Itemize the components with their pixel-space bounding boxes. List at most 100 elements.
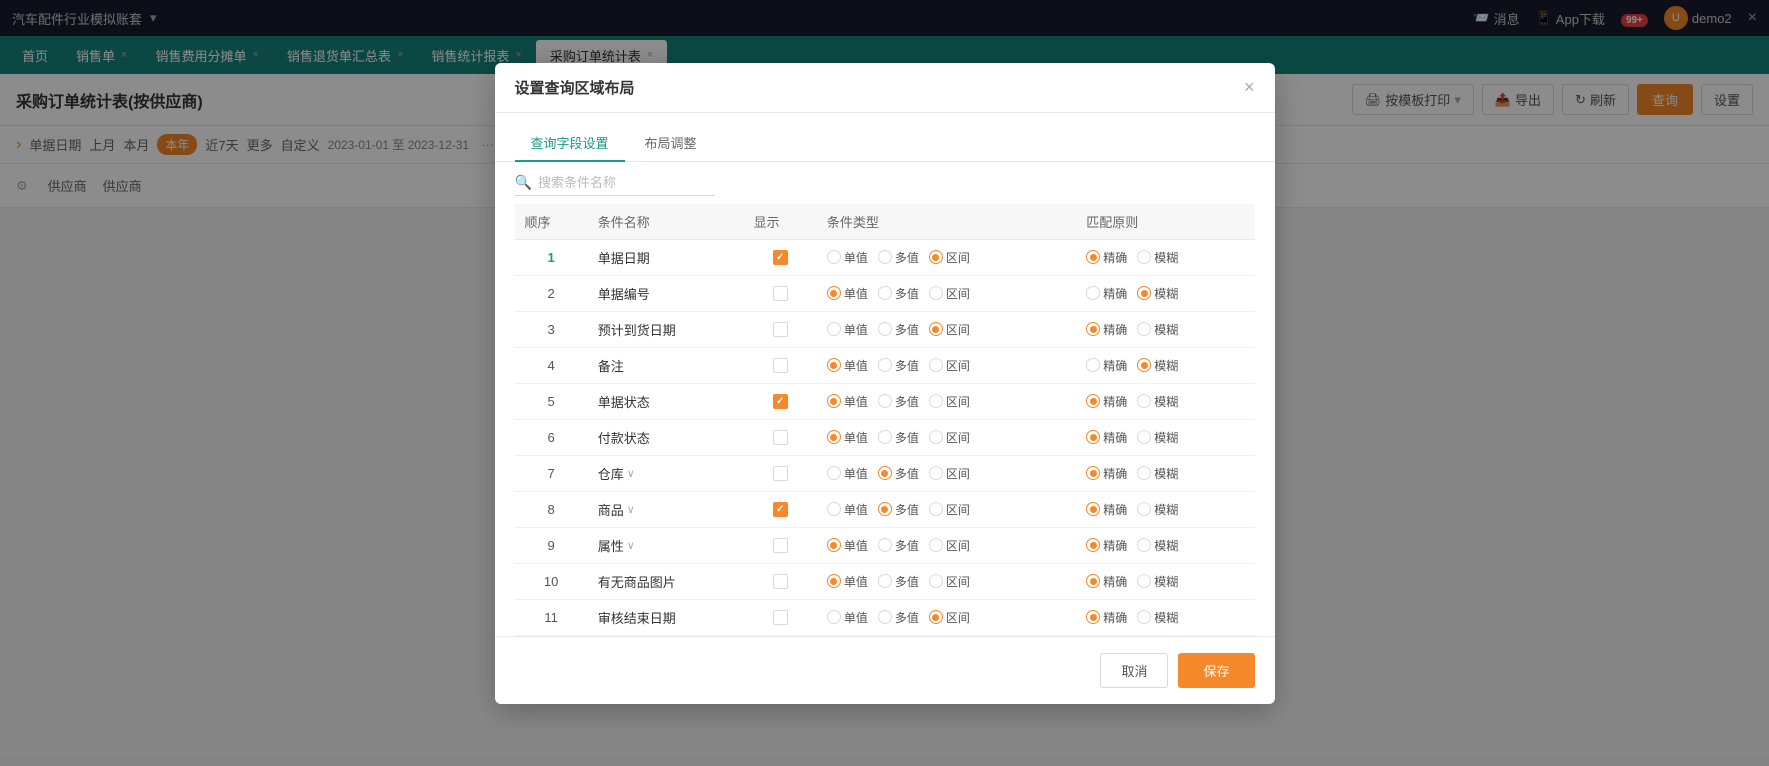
type-radio-range[interactable]: 区间: [929, 465, 970, 482]
type-radio-multi[interactable]: 多值: [878, 501, 919, 518]
match-radio-exact[interactable]: 精确: [1086, 573, 1127, 590]
type-radio-range[interactable]: 区间: [929, 321, 970, 338]
radio-circle-range: [929, 574, 943, 588]
row-seq: 2: [515, 275, 588, 311]
show-checkbox[interactable]: [773, 430, 788, 445]
match-radio-exact[interactable]: 精确: [1086, 429, 1127, 446]
type-radio-single[interactable]: 单值: [827, 393, 868, 410]
match-radio-fuzzy[interactable]: 模糊: [1137, 573, 1178, 590]
type-radio-single[interactable]: 单值: [827, 501, 868, 518]
dialog-close-button[interactable]: ×: [1244, 78, 1255, 96]
table-row: 5单据状态单值多值区间精确模糊: [515, 383, 1255, 419]
type-radio-range[interactable]: 区间: [929, 357, 970, 374]
show-checkbox[interactable]: [773, 610, 788, 625]
type-radio-single[interactable]: 单值: [827, 573, 868, 590]
match-radio-exact[interactable]: 精确: [1086, 357, 1127, 374]
type-radio-range[interactable]: 区间: [929, 393, 970, 410]
type-radio-multi[interactable]: 多值: [878, 465, 919, 482]
match-radio-exact[interactable]: 精确: [1086, 393, 1127, 410]
type-radio-single[interactable]: 单值: [827, 285, 868, 302]
type-radio-single[interactable]: 单值: [827, 609, 868, 626]
expand-icon[interactable]: ∨: [627, 539, 635, 552]
dialog-overlay: 设置查询区域布局 × 查询字段设置 布局调整 🔍 顺序 条件名称 显示: [0, 0, 1769, 766]
show-checkbox[interactable]: [773, 250, 788, 265]
show-checkbox[interactable]: [773, 574, 788, 589]
type-radio-multi[interactable]: 多值: [878, 393, 919, 410]
expand-icon[interactable]: ∨: [627, 503, 635, 516]
match-radio-fuzzy[interactable]: 模糊: [1137, 249, 1178, 266]
show-checkbox[interactable]: [773, 358, 788, 373]
expand-icon[interactable]: ∨: [627, 467, 635, 480]
match-radio-fuzzy[interactable]: 模糊: [1137, 285, 1178, 302]
show-checkbox[interactable]: [773, 502, 788, 517]
match-radio-fuzzy[interactable]: 模糊: [1137, 429, 1178, 446]
type-radio-range[interactable]: 区间: [929, 249, 970, 266]
match-radio-exact[interactable]: 精确: [1086, 249, 1127, 266]
match-radio-fuzzy[interactable]: 模糊: [1137, 321, 1178, 338]
type-radio-range[interactable]: 区间: [929, 609, 970, 626]
match-radio-fuzzy[interactable]: 模糊: [1137, 609, 1178, 626]
show-checkbox[interactable]: [773, 466, 788, 481]
match-radio-exact[interactable]: 精确: [1086, 537, 1127, 554]
radio-circle-exact: [1086, 322, 1100, 336]
match-radio-fuzzy[interactable]: 模糊: [1137, 465, 1178, 482]
type-radio-multi[interactable]: 多值: [878, 249, 919, 266]
search-input[interactable]: [538, 175, 698, 190]
type-radio-range[interactable]: 区间: [929, 429, 970, 446]
row-show-checkbox[interactable]: [744, 239, 817, 275]
match-radio-fuzzy[interactable]: 模糊: [1137, 357, 1178, 374]
match-radio-exact[interactable]: 精确: [1086, 465, 1127, 482]
row-condition-name: 商品 ∨: [588, 491, 744, 527]
type-radio-range[interactable]: 区间: [929, 537, 970, 554]
type-radio-single[interactable]: 单值: [827, 357, 868, 374]
row-show-checkbox[interactable]: [744, 455, 817, 491]
row-show-checkbox[interactable]: [744, 347, 817, 383]
table-row: 10有无商品图片单值多值区间精确模糊: [515, 563, 1255, 599]
match-radio-exact[interactable]: 精确: [1086, 321, 1127, 338]
row-condition-name: 审核结束日期: [588, 599, 744, 635]
type-radio-multi[interactable]: 多值: [878, 609, 919, 626]
show-checkbox[interactable]: [773, 394, 788, 409]
type-radio-multi[interactable]: 多值: [878, 285, 919, 302]
type-radio-single[interactable]: 单值: [827, 321, 868, 338]
type-radio-multi[interactable]: 多值: [878, 357, 919, 374]
show-checkbox[interactable]: [773, 322, 788, 337]
radio-circle-range: [929, 286, 943, 300]
save-button[interactable]: 保存: [1178, 653, 1254, 688]
match-radio-fuzzy[interactable]: 模糊: [1137, 393, 1178, 410]
type-radio-single[interactable]: 单值: [827, 429, 868, 446]
row-show-checkbox[interactable]: [744, 527, 817, 563]
match-radio-exact[interactable]: 精确: [1086, 285, 1127, 302]
row-show-checkbox[interactable]: [744, 563, 817, 599]
row-show-checkbox[interactable]: [744, 491, 817, 527]
type-radio-multi[interactable]: 多值: [878, 321, 919, 338]
match-radio-exact[interactable]: 精确: [1086, 609, 1127, 626]
radio-circle-fuzzy: [1137, 574, 1151, 588]
tab-layout-adjust[interactable]: 布局调整: [629, 125, 713, 162]
radio-circle-single: [827, 394, 841, 408]
match-radio-fuzzy[interactable]: 模糊: [1137, 537, 1178, 554]
type-radio-range[interactable]: 区间: [929, 285, 970, 302]
show-checkbox[interactable]: [773, 286, 788, 301]
type-radio-single[interactable]: 单值: [827, 537, 868, 554]
type-radio-multi[interactable]: 多值: [878, 537, 919, 554]
type-radio-single[interactable]: 单值: [827, 249, 868, 266]
row-show-checkbox[interactable]: [744, 419, 817, 455]
radio-circle-exact: [1086, 286, 1100, 300]
type-radio-multi[interactable]: 多值: [878, 429, 919, 446]
row-show-checkbox[interactable]: [744, 311, 817, 347]
match-radio-exact[interactable]: 精确: [1086, 501, 1127, 518]
type-radio-multi[interactable]: 多值: [878, 573, 919, 590]
show-checkbox[interactable]: [773, 538, 788, 553]
type-radio-range[interactable]: 区间: [929, 501, 970, 518]
radio-circle-multi: [878, 358, 892, 372]
row-show-checkbox[interactable]: [744, 599, 817, 635]
row-show-checkbox[interactable]: [744, 383, 817, 419]
row-show-checkbox[interactable]: [744, 275, 817, 311]
cancel-button[interactable]: 取消: [1100, 653, 1168, 688]
type-radio-range[interactable]: 区间: [929, 573, 970, 590]
radio-circle-multi: [878, 574, 892, 588]
type-radio-single[interactable]: 单值: [827, 465, 868, 482]
match-radio-fuzzy[interactable]: 模糊: [1137, 501, 1178, 518]
tab-query-fields[interactable]: 查询字段设置: [515, 125, 625, 162]
